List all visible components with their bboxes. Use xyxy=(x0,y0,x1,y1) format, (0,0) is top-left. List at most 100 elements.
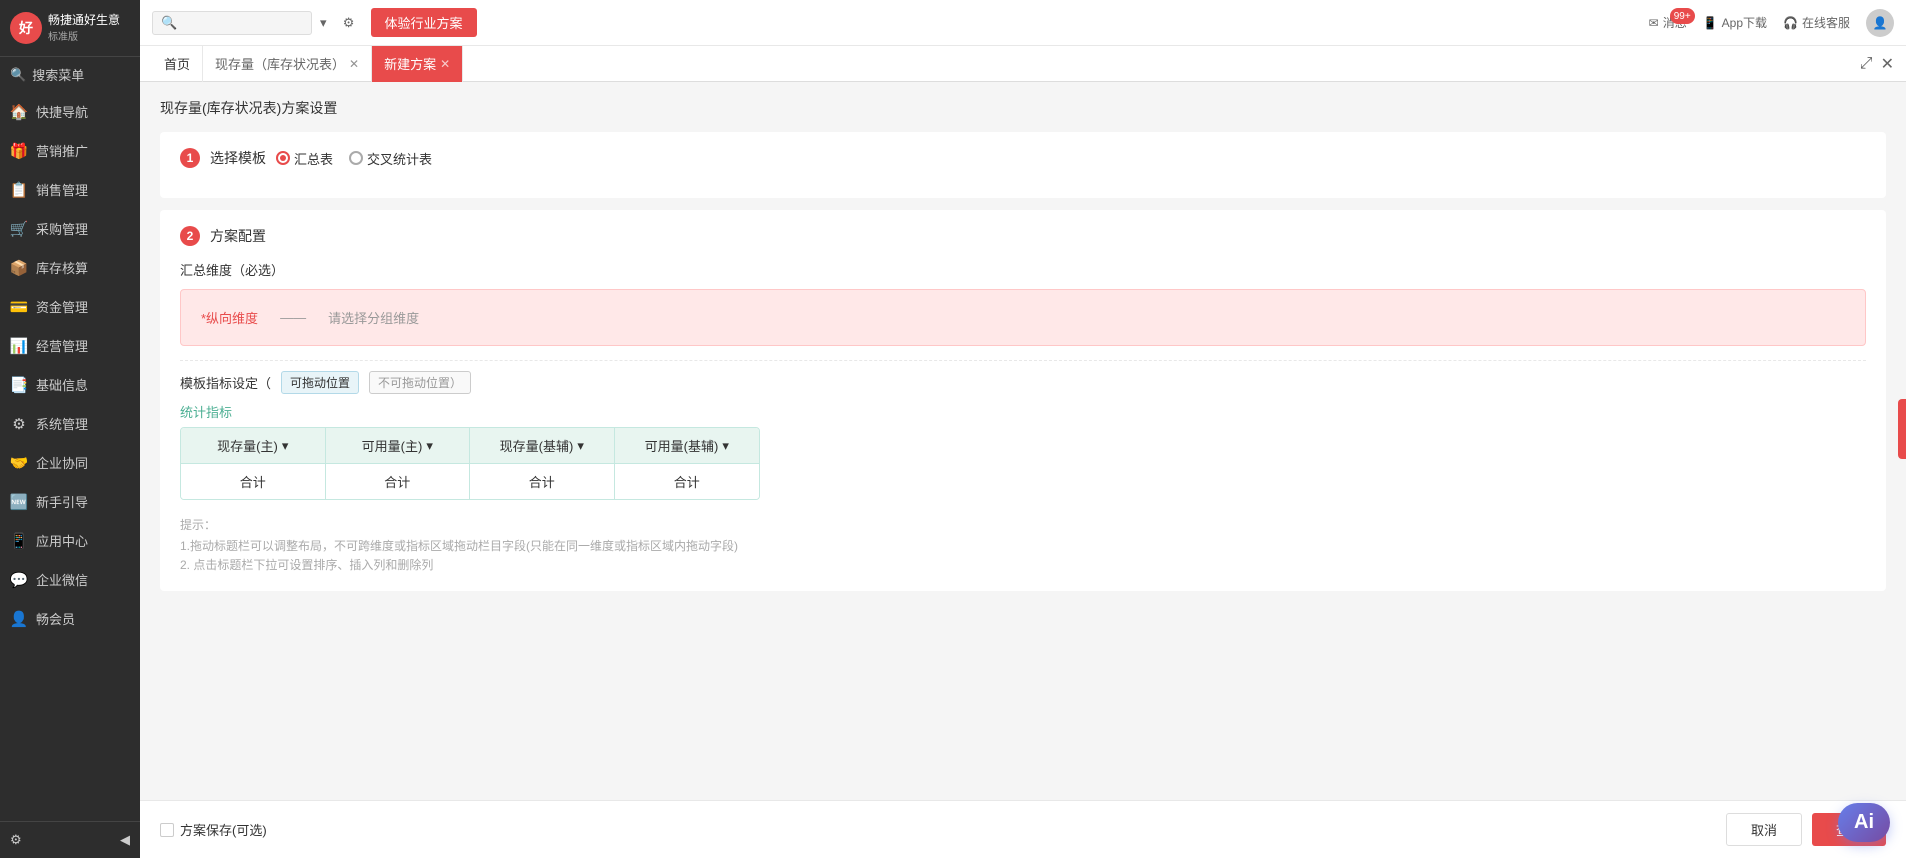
sidebar-item-label: 资金管理 xyxy=(36,297,88,316)
settings-icon[interactable]: ⚙ xyxy=(10,832,22,848)
app-download-label: App下载 xyxy=(1722,14,1767,31)
stat-section-label: 统计指标 xyxy=(180,402,1866,421)
sidebar-item-label: 库存核算 xyxy=(36,258,88,277)
sidebar: 好 畅捷通好生意 标准版 🔍 搜索菜单 🏠 快捷导航 🎁 营销推广 📋 销售管理… xyxy=(0,0,140,858)
bottombar: 方案保存(可选) 取消 查询 xyxy=(140,800,1906,858)
gear-icon[interactable]: ⚙ xyxy=(335,9,363,37)
logo-subtitle: 标准版 xyxy=(48,28,120,43)
search-menu[interactable]: 🔍 搜索菜单 xyxy=(0,57,140,92)
ai-badge[interactable]: Ai xyxy=(1838,803,1890,842)
radio-summary-label: 汇总表 xyxy=(294,149,333,168)
sidebar-item-enterprise[interactable]: 🤝 企业协同 xyxy=(0,443,140,482)
purchase-icon: 🛒 xyxy=(10,220,28,238)
radio-summary[interactable]: 汇总表 xyxy=(276,149,333,168)
sidebar-item-label: 企业微信 xyxy=(36,570,88,589)
sidebar-item-operations[interactable]: 📊 经营管理 xyxy=(0,326,140,365)
tab-inventory[interactable]: 现存量（库存状况表） ✕ xyxy=(203,46,372,82)
sidebar-footer: ⚙ ◀ xyxy=(0,821,140,858)
radio-crosstab-label: 交叉统计表 xyxy=(367,149,432,168)
step2-panel: 2 方案配置 汇总维度（必选） *纵向维度 —— 请选择分组维度 模板指标设定（… xyxy=(160,210,1886,591)
cancel-button[interactable]: 取消 xyxy=(1726,813,1802,846)
sidebar-item-member[interactable]: 👤 畅会员 xyxy=(0,599,140,638)
finance-icon: 💳 xyxy=(10,298,28,316)
sidebar-item-purchase[interactable]: 🛒 采购管理 xyxy=(0,209,140,248)
section-divider xyxy=(180,360,1866,361)
online-service-button[interactable]: 🎧 在线客服 xyxy=(1783,14,1850,31)
sidebar-item-label: 基础信息 xyxy=(36,375,88,394)
stat-header-col1-label: 现存量(主) xyxy=(217,436,278,455)
avatar-icon: 👤 xyxy=(1873,16,1888,30)
tab-maximize-button[interactable]: ⤢ xyxy=(1860,55,1873,73)
save-label: 方案保存(可选) xyxy=(180,820,267,839)
stat-body-col4: 合计 xyxy=(615,464,760,499)
sidebar-item-app-center[interactable]: 📱 应用中心 xyxy=(0,521,140,560)
stat-header-col3-label: 现存量(基辅) xyxy=(500,436,574,455)
tip-item-2: 2. 点击标题栏下拉可设置排序、插入列和删除列 xyxy=(180,556,1866,573)
sidebar-item-label: 系统管理 xyxy=(36,414,88,433)
stat-col3-dropdown-icon: ▾ xyxy=(577,438,584,454)
trial-button[interactable]: 体验行业方案 xyxy=(371,8,477,37)
stat-header-col4[interactable]: 可用量(基辅) ▾ xyxy=(615,428,760,463)
logo-icon: 好 xyxy=(10,12,42,44)
topbar-search-box[interactable]: 🔍 xyxy=(152,11,312,35)
tabs-actions: ⤢ ✕ xyxy=(1860,54,1894,74)
dimension-placeholder: 请选择分组维度 xyxy=(328,308,419,327)
topbar-search-input[interactable] xyxy=(181,16,291,30)
collapse-icon[interactable]: ◀ xyxy=(120,832,130,848)
message-button[interactable]: ✉ 消息 99+ xyxy=(1649,14,1687,31)
dropdown-icon[interactable]: ▾ xyxy=(320,15,327,31)
stat-header-col3[interactable]: 现存量(基辅) ▾ xyxy=(470,428,615,463)
dimension-required-mark: *纵向维度 xyxy=(201,308,258,327)
home-icon: 🏠 xyxy=(10,103,28,121)
sidebar-item-marketing[interactable]: 🎁 营销推广 xyxy=(0,131,140,170)
tab-home-label: 首页 xyxy=(164,54,190,73)
tab-close-all-button[interactable]: ✕ xyxy=(1881,54,1894,74)
page-title: 现存量(库存状况表)方案设置 xyxy=(160,98,1886,118)
step2-header: 2 方案配置 xyxy=(180,226,1866,246)
save-checkbox[interactable] xyxy=(160,823,174,837)
wechat-icon: 💬 xyxy=(10,571,28,589)
app-download-button[interactable]: 📱 App下载 xyxy=(1703,14,1767,31)
sidebar-item-system[interactable]: ⚙ 系统管理 xyxy=(0,404,140,443)
sidebar-item-finance[interactable]: 💳 资金管理 xyxy=(0,287,140,326)
message-icon: ✉ xyxy=(1649,16,1659,30)
tab-inventory-close[interactable]: ✕ xyxy=(349,57,359,71)
sidebar-item-quick-nav[interactable]: 🏠 快捷导航 xyxy=(0,92,140,131)
stat-body-col3: 合计 xyxy=(470,464,615,499)
step1-header: 1 选择模板 汇总表 交叉统计表 xyxy=(180,148,1866,168)
sidebar-logo: 好 畅捷通好生意 标准版 xyxy=(0,0,140,57)
stat-table-header: 现存量(主) ▾ 可用量(主) ▾ 现存量(基辅) ▾ 可用量(基辅) ▾ xyxy=(181,428,759,463)
stat-body-col2: 合计 xyxy=(326,464,471,499)
tab-inventory-label: 现存量（库存状况表） xyxy=(215,54,345,73)
online-service-label: 在线客服 xyxy=(1802,14,1850,31)
tip-item-1: 1.拖动标题栏可以调整布局，不可跨维度或指标区域拖动栏目字段(只能在同一维度或指… xyxy=(180,537,1866,554)
stat-header-col2[interactable]: 可用量(主) ▾ xyxy=(326,428,471,463)
sidebar-item-sales[interactable]: 📋 销售管理 xyxy=(0,170,140,209)
save-option[interactable]: 方案保存(可选) xyxy=(160,820,267,839)
stat-body-col1: 合计 xyxy=(181,464,326,499)
sidebar-item-basic-info[interactable]: 📑 基础信息 xyxy=(0,365,140,404)
tab-new-plan-close[interactable]: ✕ xyxy=(440,57,450,71)
stat-table: 现存量(主) ▾ 可用量(主) ▾ 现存量(基辅) ▾ 可用量(基辅) ▾ xyxy=(180,427,760,500)
radio-crosstab[interactable]: 交叉统计表 xyxy=(349,149,432,168)
non-draggable-tag: 不可拖动位置） xyxy=(369,371,471,394)
system-icon: ⚙ xyxy=(10,415,28,433)
sidebar-item-label: 应用中心 xyxy=(36,531,88,550)
step1-number: 1 xyxy=(180,148,200,168)
stat-header-col1[interactable]: 现存量(主) ▾ xyxy=(181,428,326,463)
sidebar-item-wechat[interactable]: 💬 企业微信 xyxy=(0,560,140,599)
template-radio-group: 汇总表 交叉统计表 xyxy=(276,149,432,168)
user-avatar[interactable]: 👤 xyxy=(1866,9,1894,37)
dimension-box[interactable]: *纵向维度 —— 请选择分组维度 xyxy=(180,289,1866,346)
step1-title: 选择模板 xyxy=(210,148,266,168)
tab-home[interactable]: 首页 xyxy=(152,46,203,82)
sidebar-item-newbie[interactable]: 🆕 新手引导 xyxy=(0,482,140,521)
logo-title: 畅捷通好生意 xyxy=(48,13,120,29)
stat-table-body: 合计 合计 合计 合计 xyxy=(181,463,759,499)
tab-new-plan[interactable]: 新建方案 ✕ xyxy=(372,46,463,82)
sidebar-item-label: 企业协同 xyxy=(36,453,88,472)
stat-col2-dropdown-icon: ▾ xyxy=(426,438,433,454)
sidebar-item-inventory[interactable]: 📦 库存核算 xyxy=(0,248,140,287)
sidebar-item-label: 快捷导航 xyxy=(36,102,88,121)
right-panel-indicator[interactable] xyxy=(1898,399,1906,459)
